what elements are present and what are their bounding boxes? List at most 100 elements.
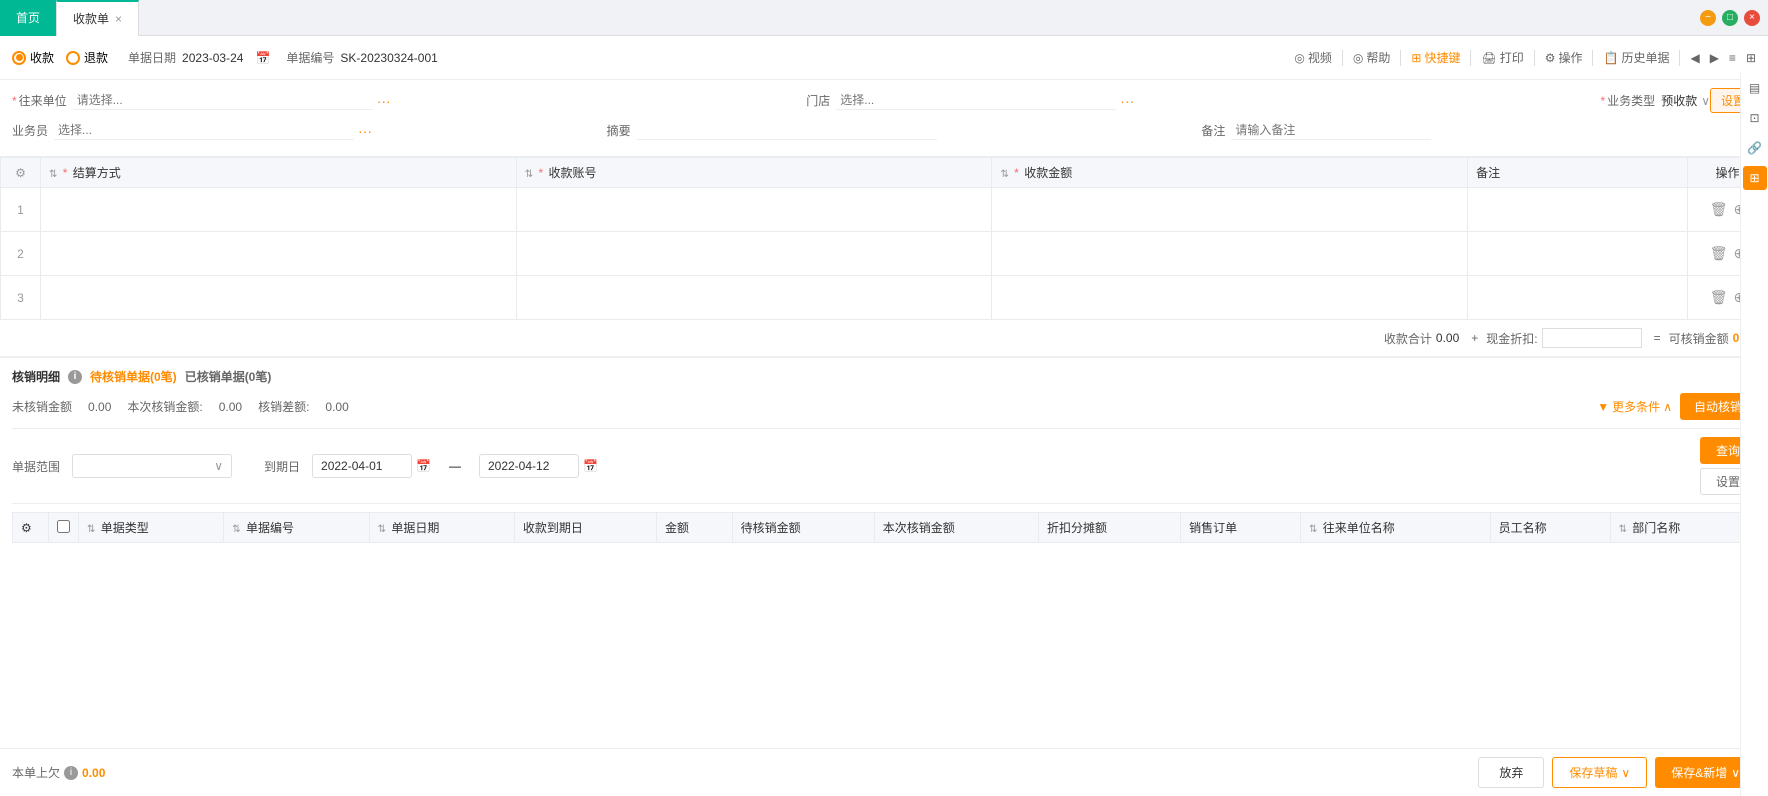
col-settle-header: ⇅ * 结算方式: [41, 158, 517, 188]
row1-delete-icon[interactable]: 🗑: [1710, 201, 1728, 218]
store-label: 门店: [806, 92, 830, 109]
store-input[interactable]: [836, 91, 1116, 110]
info-icon-footer[interactable]: i: [64, 766, 78, 780]
staff-more-btn[interactable]: ···: [358, 123, 372, 139]
total-value: 0.00: [1436, 331, 1459, 345]
nav-prev-icon: ◀: [1690, 51, 1699, 65]
divider1: [1342, 50, 1343, 66]
bt-select-all-checkbox[interactable]: [57, 520, 70, 533]
row1-settle[interactable]: [41, 188, 517, 232]
tab-close-icon[interactable]: ×: [115, 12, 122, 26]
toolbar-right: ◎ 视频 ◎ 帮助 ⊞ 快捷键 🖨 打印 ⚙ 操作: [1294, 49, 1756, 66]
prev-value: 0.00: [82, 766, 105, 780]
row1-remark[interactable]: [1468, 188, 1688, 232]
tab-home[interactable]: 首页: [0, 0, 56, 36]
nav-prev-btn[interactable]: ◀: [1690, 51, 1699, 65]
link-icon: 🔗: [1747, 141, 1762, 155]
expand-icon-btn[interactable]: ⊞: [1746, 51, 1756, 65]
biz-type-select[interactable]: 预收款 ∨: [1661, 92, 1710, 109]
hexiao-info-icon[interactable]: i: [68, 370, 82, 384]
calendar-to-icon[interactable]: 📅: [583, 459, 598, 473]
col-gear[interactable]: ⚙: [1, 158, 41, 188]
radio-tuikuan[interactable]: 退款: [66, 49, 108, 66]
summary-input[interactable]: [637, 121, 937, 140]
tab-shoukuan-label: 收款单: [73, 10, 109, 27]
date-value: 2023-03-24: [182, 51, 243, 65]
bt-col-number-header: ⇅ 单据编号: [224, 513, 369, 543]
from-unit-field: * 往来单位 ···: [12, 91, 766, 110]
chevron-up-icon: ∧: [1663, 400, 1672, 414]
divider5: [1592, 50, 1593, 66]
date-to-field: 📅: [479, 454, 598, 478]
more-filter-btn[interactable]: ▼ 更多条件 ∧: [1597, 398, 1672, 415]
discard-button[interactable]: 放弃: [1478, 757, 1544, 788]
store-more-btn[interactable]: ···: [1120, 93, 1134, 109]
row3-amount[interactable]: [992, 276, 1468, 320]
close-button[interactable]: ×: [1744, 10, 1760, 26]
row2-account[interactable]: [516, 232, 992, 276]
bt-col-date-header: ⇅ 单据日期: [369, 513, 514, 543]
staff-field: 业务员 ···: [12, 121, 567, 140]
maximize-button[interactable]: □: [1722, 10, 1738, 26]
bt-col-from-header: ⇅ 往来单位名称: [1301, 513, 1491, 543]
biz-type-value: 预收款: [1661, 92, 1697, 109]
nav-next-icon: ▶: [1710, 51, 1719, 65]
diff-label: 核销差额:: [258, 398, 309, 415]
side-icon-doc[interactable]: ⊡: [1743, 106, 1767, 130]
row2-amount[interactable]: [992, 232, 1468, 276]
plus-sign: +: [1471, 331, 1478, 345]
video-label: 视频: [1308, 49, 1332, 66]
operation-btn[interactable]: ⚙ 操作: [1545, 49, 1583, 66]
save-draft-button[interactable]: 保存草稿 ∨: [1552, 757, 1647, 788]
row3-remark[interactable]: [1468, 276, 1688, 320]
print-label: 打印: [1500, 49, 1524, 66]
nav-next-btn[interactable]: ▶: [1710, 51, 1719, 65]
radio-shoukuan[interactable]: 收款: [12, 49, 54, 66]
shortcut-label: 快捷键: [1424, 49, 1460, 66]
row3-account[interactable]: [516, 276, 992, 320]
minimize-button[interactable]: −: [1700, 10, 1716, 26]
number-label: 单据编号: [286, 49, 334, 66]
discount-input[interactable]: [1542, 328, 1642, 348]
staff-input[interactable]: [54, 121, 354, 140]
pending-link[interactable]: 待核销单据(0笔): [90, 368, 177, 385]
calendar-from-icon[interactable]: 📅: [416, 459, 431, 473]
row2-delete-icon[interactable]: 🗑: [1710, 245, 1728, 262]
date-dash: —: [449, 459, 461, 473]
row1-account[interactable]: [516, 188, 992, 232]
footer-bar: 本单上欠 i 0.00 放弃 保存草稿 ∨ 保存&新增 ∨: [0, 748, 1768, 796]
print-btn[interactable]: 🖨 打印: [1481, 49, 1523, 66]
from-unit-more-btn[interactable]: ···: [377, 93, 391, 109]
row3-delete-icon[interactable]: 🗑: [1710, 289, 1728, 306]
date-to-input[interactable]: [479, 454, 579, 478]
row3-settle[interactable]: [41, 276, 517, 320]
filter-range-chevron: ∨: [214, 459, 223, 473]
col-account-header: ⇅ * 收款账号: [516, 158, 992, 188]
side-icon-expand[interactable]: ⊞: [1743, 166, 1767, 190]
row2-settle[interactable]: [41, 232, 517, 276]
history-btn[interactable]: 📋 历史单据: [1603, 49, 1669, 66]
side-icon-link[interactable]: 🔗: [1743, 136, 1767, 160]
help-btn[interactable]: ◎ 帮助: [1353, 49, 1391, 66]
gear-icon[interactable]: ⚙: [15, 166, 26, 180]
tab-shoukuan[interactable]: 收款单 ×: [56, 0, 139, 36]
calendar-icon[interactable]: 📅: [255, 51, 270, 65]
filter-range-select[interactable]: ∨: [72, 454, 232, 478]
shortcut-btn[interactable]: ⊞ 快捷键: [1411, 49, 1460, 66]
total-label: 收款合计: [1384, 330, 1432, 347]
side-icon-table[interactable]: ▤: [1743, 76, 1767, 100]
remark-input[interactable]: [1231, 121, 1431, 140]
bt-col-gear[interactable]: ⚙: [13, 513, 49, 543]
date-from-input[interactable]: [312, 454, 412, 478]
bt-gear-icon[interactable]: ⚙: [21, 521, 32, 535]
video-btn[interactable]: ◎ 视频: [1294, 49, 1332, 66]
row2-remark[interactable]: [1468, 232, 1688, 276]
row1-amount[interactable]: [992, 188, 1468, 232]
done-link[interactable]: 已核销单据(0笔): [185, 368, 272, 385]
table-row: 1 🗑 ⊕: [1, 188, 1768, 232]
from-unit-input[interactable]: [73, 91, 373, 110]
operation-label: 操作: [1558, 49, 1582, 66]
menu-icon-btn[interactable]: ≡: [1729, 51, 1736, 65]
bt-col-type-header: ⇅ 单据类型: [79, 513, 224, 543]
bottom-table-header: ⚙ ⇅ 单据类型 ⇅ 单据编号: [13, 513, 1756, 543]
